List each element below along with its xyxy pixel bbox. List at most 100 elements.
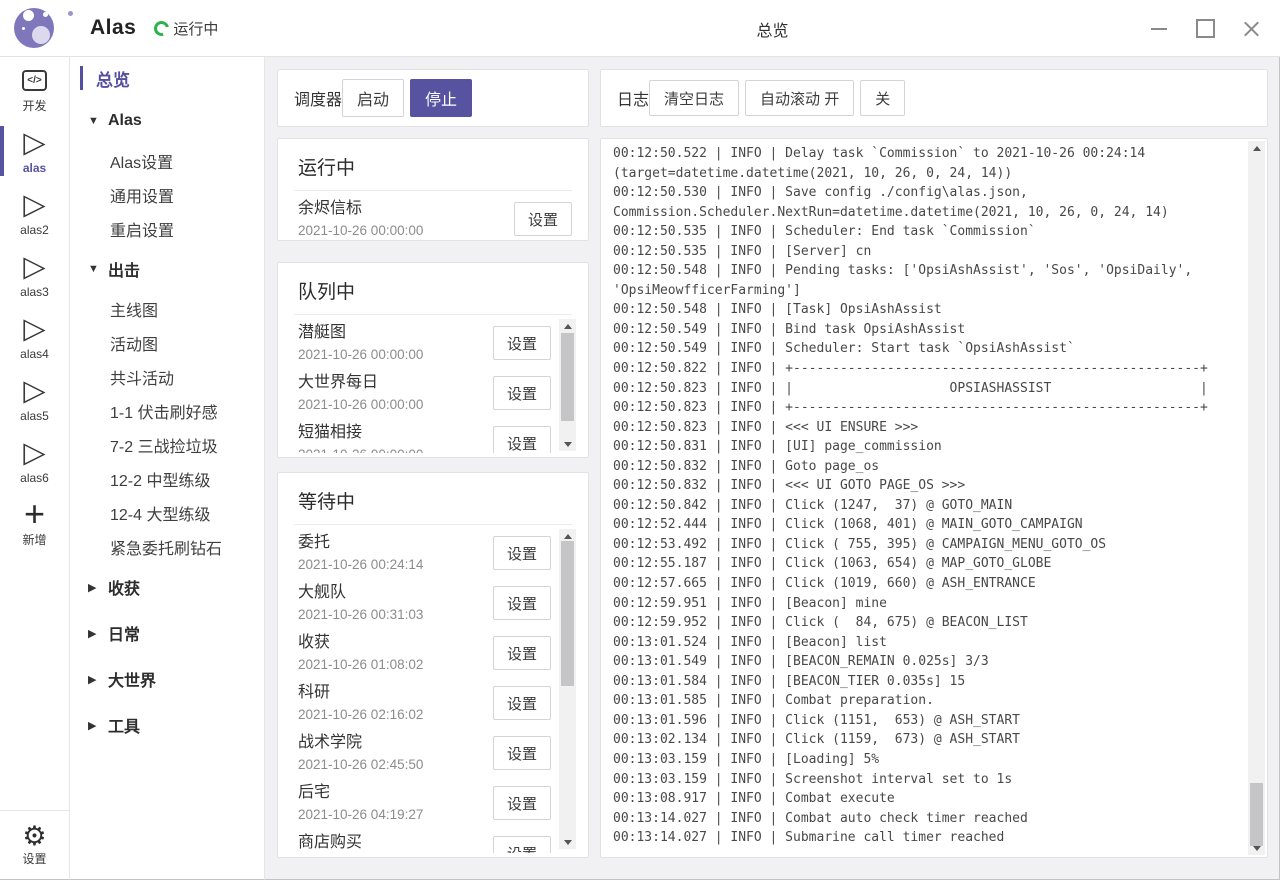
task-setting-button[interactable]: 设置 <box>493 736 551 770</box>
log-line: 00:13:14.027 | INFO | Combat auto check … <box>613 809 1243 829</box>
task-setting-button[interactable]: 设置 <box>493 326 551 360</box>
scrollbar[interactable] <box>1248 141 1265 855</box>
task-setting-button[interactable]: 设置 <box>493 786 551 820</box>
log-line: 00:12:50.832 | INFO | <<< UI GOTO PAGE_O… <box>613 476 1243 496</box>
sidebar-item[interactable]: 12-2 中型练级 <box>70 462 264 496</box>
sidebar-item-label: 活动图 <box>110 331 158 355</box>
rail-item[interactable]: alas5 <box>0 369 69 429</box>
task-row: 余烬信标 2021-10-26 00:00:00 设置 <box>298 195 572 236</box>
close-icon[interactable] <box>1236 14 1266 44</box>
sidebar-item[interactable]: 通用设置 <box>70 178 264 212</box>
sidebar-item[interactable]: 7-2 三战捡垃圾 <box>70 428 264 462</box>
sidebar-item-label: 总览 <box>96 66 130 91</box>
task-time: 2021-10-26 00:00:00 <box>298 221 506 236</box>
rail-item-label: 新增 <box>22 531 46 548</box>
start-button[interactable]: 启动 <box>342 79 404 117</box>
scroll-up-icon[interactable] <box>559 319 576 333</box>
task-setting-button[interactable]: 设置 <box>493 376 551 410</box>
scroll-down-icon[interactable] <box>559 835 576 849</box>
log-line: 00:13:01.596 | INFO | Click (1151, 653) … <box>613 711 1243 731</box>
maximize-icon[interactable] <box>1190 14 1220 44</box>
stop-button[interactable]: 停止 <box>410 79 472 117</box>
rail-item[interactable]: 新增 <box>0 493 69 553</box>
pending-panel: 队列中 潜艇图 2021-10-26 00:00:00 设置 大世界每日 202… <box>277 262 589 458</box>
autoscroll-toggle-button[interactable]: 自动滚动 开 <box>745 80 854 116</box>
scroll-down-icon[interactable] <box>559 437 576 451</box>
scroll-up-icon[interactable] <box>1248 141 1265 155</box>
task-setting-button[interactable]: 设置 <box>493 426 551 453</box>
sidebar-item-label: 重启设置 <box>110 217 174 241</box>
sidebar-item[interactable]: 主线图 <box>70 292 264 326</box>
sidebar-item[interactable]: 共斗活动 <box>70 360 264 394</box>
sidebar-item-label: 大世界 <box>108 667 156 691</box>
rail-item[interactable]: alas2 <box>0 183 69 243</box>
divider <box>294 190 572 191</box>
sidebar-item-label: Alas <box>108 112 142 130</box>
rail-item[interactable]: alas4 <box>0 307 69 367</box>
task-row: 大舰队 2021-10-26 00:31:03 设置 <box>298 579 551 629</box>
clear-log-button[interactable]: 清空日志 <box>649 80 739 116</box>
rail-item-icon <box>23 128 45 160</box>
scrollbar-thumb[interactable] <box>561 541 574 686</box>
rail-item[interactable]: 开发 <box>0 59 69 119</box>
log-line: 00:12:59.952 | INFO | Click ( 84, 675) @… <box>613 613 1243 633</box>
sidebar-item[interactable]: 日常 <box>70 610 264 656</box>
sidebar-item[interactable]: 出击 <box>70 246 264 292</box>
task-setting-button[interactable]: 设置 <box>514 202 572 236</box>
rail-item[interactable]: alas <box>0 121 69 181</box>
task-setting-button[interactable]: 设置 <box>493 836 551 853</box>
sidebar-item[interactable]: 1-1 伏击刷好感 <box>70 394 264 428</box>
chevron-icon <box>88 627 108 640</box>
minimize-icon[interactable] <box>1144 14 1174 44</box>
sidebar-item[interactable]: 总览 <box>70 58 264 98</box>
sidebar-item-label: 1-1 伏击刷好感 <box>110 399 218 423</box>
task-setting-button[interactable]: 设置 <box>493 636 551 670</box>
task-row: 潜艇图 2021-10-26 00:00:00 设置 <box>298 319 551 369</box>
scrollbar-thumb[interactable] <box>561 333 574 421</box>
sidebar-item[interactable]: 收获 <box>70 564 264 610</box>
task-setting-button[interactable]: 设置 <box>493 536 551 570</box>
sidebar-item[interactable]: 大世界 <box>70 656 264 702</box>
rail-item-icon <box>22 64 46 96</box>
log-line: 00:13:01.524 | INFO | [Beacon] list <box>613 633 1243 653</box>
sidebar-item[interactable]: 紧急委托刷钻石 <box>70 530 264 564</box>
sidebar-item[interactable]: Alas <box>70 98 264 144</box>
log-line: 00:12:50.535 | INFO | Scheduler: End tas… <box>613 222 1243 242</box>
scrollbar[interactable] <box>559 319 576 451</box>
scroll-down-icon[interactable] <box>1248 841 1265 855</box>
log-line: 00:12:50.831 | INFO | [UI] page_commissi… <box>613 437 1243 457</box>
rail-item-icon <box>23 438 45 470</box>
settings-button[interactable]: ⚙ 设置 <box>0 810 69 878</box>
sidebar-item[interactable]: 重启设置 <box>70 212 264 246</box>
task-row: 后宅 2021-10-26 04:19:27 设置 <box>298 779 551 829</box>
sidebar-item[interactable]: 工具 <box>70 702 264 748</box>
task-setting-button[interactable]: 设置 <box>493 586 551 620</box>
log-close-button[interactable]: 关 <box>860 80 905 116</box>
sidebar-item-label: 日常 <box>108 621 140 645</box>
log-line: 00:12:50.549 | INFO | Scheduler: Start t… <box>613 339 1243 359</box>
sidebar-item[interactable]: 12-4 大型练级 <box>70 496 264 530</box>
log-line: 00:12:50.823 | INFO | <<< UI ENSURE >>> <box>613 418 1243 438</box>
rail-item[interactable]: alas6 <box>0 431 69 491</box>
running-panel: 运行中 余烬信标 2021-10-26 00:00:00 设置 <box>277 138 589 241</box>
task-name: 科研 <box>298 679 485 705</box>
sidebar-item[interactable]: 活动图 <box>70 326 264 360</box>
scrollbar[interactable] <box>559 529 576 849</box>
task-row: 商店购买 设置 <box>298 829 551 853</box>
log-line: 00:13:01.549 | INFO | [BEACON_REMAIN 0.0… <box>613 652 1243 672</box>
log-line: 00:12:50.548 | INFO | Pending tasks: ['O… <box>613 261 1243 281</box>
running-task-list: 余烬信标 2021-10-26 00:00:00 设置 <box>298 195 572 236</box>
task-name: 收获 <box>298 629 485 655</box>
sidebar-item-label: 通用设置 <box>110 183 174 207</box>
task-row: 委托 2021-10-26 00:24:14 设置 <box>298 529 551 579</box>
waiting-title: 等待中 <box>278 473 588 524</box>
log-line: 00:12:52.444 | INFO | Click (1068, 401) … <box>613 515 1243 535</box>
task-row: 收获 2021-10-26 01:08:02 设置 <box>298 629 551 679</box>
log-line: 00:12:55.187 | INFO | Click (1063, 654) … <box>613 554 1243 574</box>
rail-item-label: alas3 <box>20 285 49 299</box>
task-setting-button[interactable]: 设置 <box>493 686 551 720</box>
rail-item[interactable]: alas3 <box>0 245 69 305</box>
scrollbar-thumb[interactable] <box>1250 783 1263 846</box>
chevron-icon <box>88 263 108 275</box>
sidebar-item[interactable]: Alas设置 <box>70 144 264 178</box>
